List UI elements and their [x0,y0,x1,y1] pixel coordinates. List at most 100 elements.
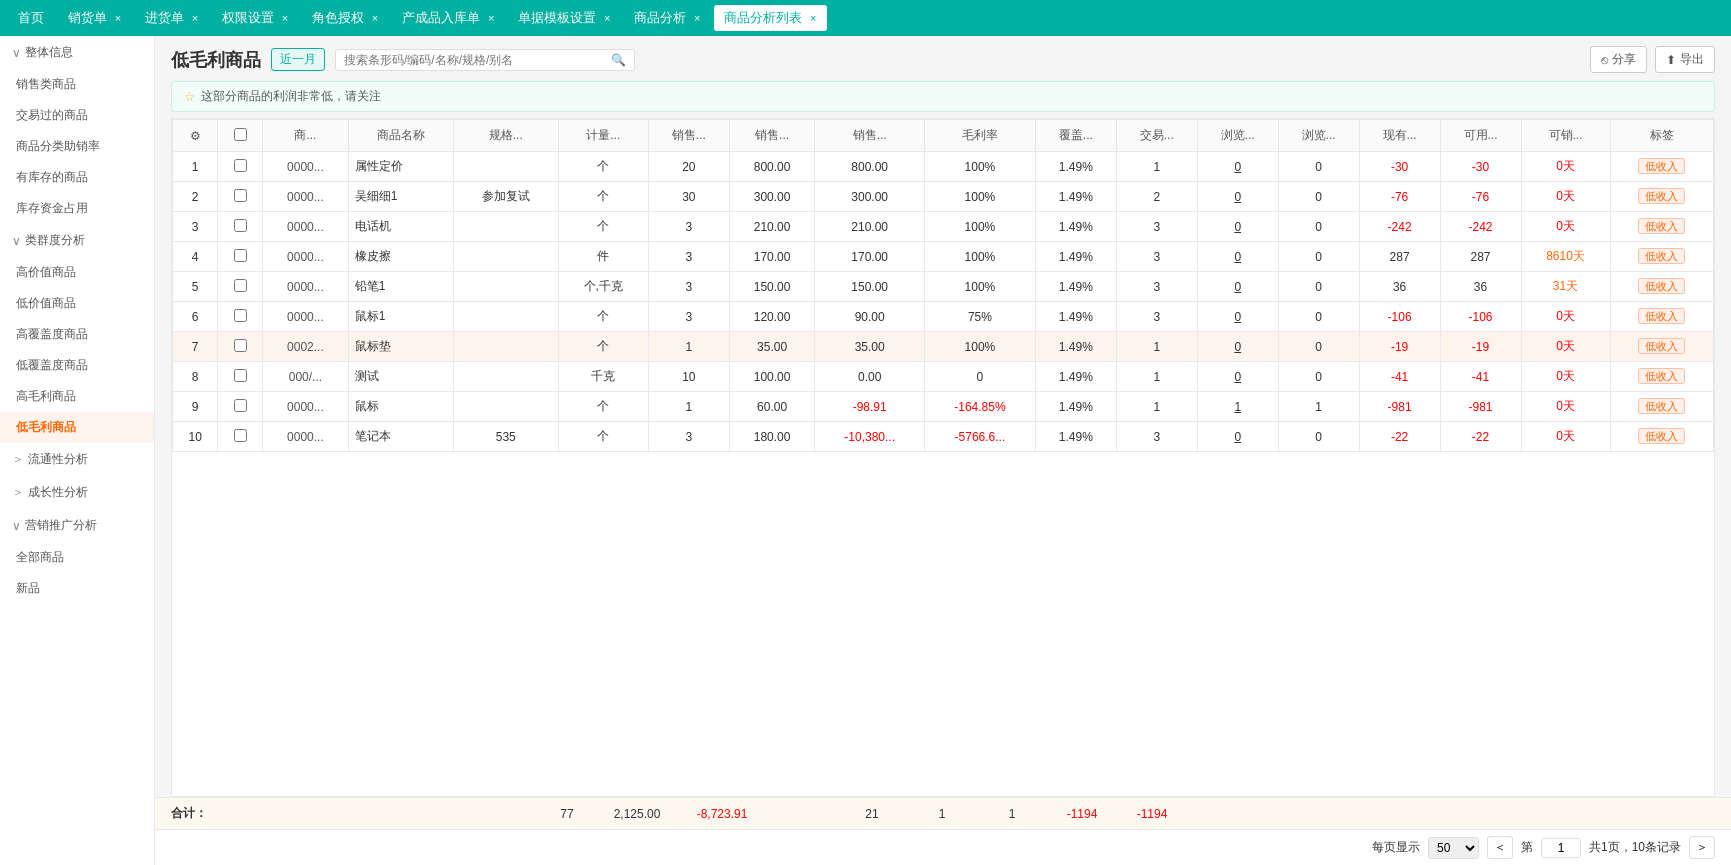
sidebar-item-sales-goods[interactable]: 销售类商品 [0,69,154,100]
col-browse2[interactable]: 浏览... [1278,120,1359,152]
row-browse1[interactable]: 1 [1197,392,1278,422]
row-code[interactable]: 0000... [263,422,349,452]
page-input[interactable] [1541,838,1581,858]
col-code[interactable]: 商... [263,120,349,152]
sidebar-item-low-coverage[interactable]: 低覆盖度商品 [0,350,154,381]
col-available[interactable]: 可用... [1440,120,1521,152]
col-settings[interactable]: ⚙ [173,120,218,152]
row-check[interactable] [218,212,263,242]
row-name[interactable]: 铅笔1 [348,272,453,302]
row-code[interactable]: 0000... [263,392,349,422]
row-check[interactable] [218,362,263,392]
export-button[interactable]: ⬆ 导出 [1655,46,1715,73]
col-price[interactable]: 销售... [729,120,815,152]
row-code[interactable]: 000/... [263,362,349,392]
row-check[interactable] [218,302,263,332]
row-checkbox[interactable] [234,309,247,322]
row-check[interactable] [218,332,263,362]
close-product-stock-icon[interactable]: × [488,12,494,24]
close-role-icon[interactable]: × [372,12,378,24]
row-browse1[interactable]: 0 [1197,302,1278,332]
nav-template[interactable]: 单据模板设置 × [508,5,620,31]
nav-goods-analysis[interactable]: 商品分析 × [624,5,710,31]
row-check[interactable] [218,242,263,272]
row-check[interactable] [218,272,263,302]
sidebar-item-new-goods[interactable]: 新品 [0,573,154,604]
row-checkbox[interactable] [234,159,247,172]
close-template-icon[interactable]: × [604,12,610,24]
col-name[interactable]: 商品名称 [348,120,453,152]
col-sales-amt[interactable]: 销售... [815,120,925,152]
col-unit[interactable]: 计量... [558,120,648,152]
col-browse1[interactable]: 浏览... [1197,120,1278,152]
next-page-btn[interactable]: ＞ [1689,836,1715,859]
settings-icon[interactable]: ⚙ [190,129,201,143]
row-checkbox[interactable] [234,279,247,292]
row-checkbox[interactable] [234,219,247,232]
section-marketing[interactable]: ∨ 营销推广分析 [0,509,154,542]
row-checkbox[interactable] [234,399,247,412]
row-name[interactable]: 吴细细1 [348,182,453,212]
close-sales-icon[interactable]: × [115,12,121,24]
row-code[interactable]: 0000... [263,272,349,302]
close-goods-list-icon[interactable]: × [810,12,816,24]
row-browse1[interactable]: 0 [1197,182,1278,212]
sidebar-item-category-rate[interactable]: 商品分类助销率 [0,131,154,162]
col-current[interactable]: 现有... [1359,120,1440,152]
col-tag[interactable]: 标签 [1610,120,1713,152]
col-spec[interactable]: 规格... [453,120,558,152]
row-checkbox[interactable] [234,189,247,202]
row-checkbox[interactable] [234,369,247,382]
row-code[interactable]: 0000... [263,182,349,212]
row-browse1[interactable]: 0 [1197,422,1278,452]
row-browse1[interactable]: 0 [1197,272,1278,302]
row-name[interactable]: 笔记本 [348,422,453,452]
row-checkbox[interactable] [234,339,247,352]
sidebar-item-in-stock[interactable]: 有库存的商品 [0,162,154,193]
nav-permission[interactable]: 权限设置 × [212,5,298,31]
row-check[interactable] [218,182,263,212]
nav-sales[interactable]: 销货单 × [58,5,131,31]
row-browse1[interactable]: 0 [1197,212,1278,242]
col-coverage[interactable]: 覆盖... [1035,120,1116,152]
close-purchase-icon[interactable]: × [192,12,198,24]
search-input[interactable] [344,53,611,67]
per-page-select[interactable]: 50 100 200 [1428,837,1479,859]
row-code[interactable]: 0000... [263,242,349,272]
sidebar-item-traded-goods[interactable]: 交易过的商品 [0,100,154,131]
row-code[interactable]: 0000... [263,212,349,242]
section-overview[interactable]: ∨ 整体信息 [0,36,154,69]
row-browse1[interactable]: 0 [1197,332,1278,362]
sidebar-item-stock-capital[interactable]: 库存资金占用 [0,193,154,224]
search-icon[interactable]: 🔍 [611,53,626,67]
sidebar-item-low-margin[interactable]: 低毛利商品 [0,412,154,443]
row-check[interactable] [218,392,263,422]
row-name[interactable]: 橡皮擦 [348,242,453,272]
row-check[interactable] [218,152,263,182]
nav-role[interactable]: 角色授权 × [302,5,388,31]
col-trade[interactable]: 交易... [1116,120,1197,152]
col-saleable[interactable]: 可销... [1521,120,1610,152]
row-check[interactable] [218,422,263,452]
col-margin[interactable]: 毛利率 [925,120,1036,152]
row-code[interactable]: 0000... [263,302,349,332]
date-filter-btn[interactable]: 近一月 [271,48,325,71]
section-growth[interactable]: ＞ 成长性分析 [0,476,154,509]
row-browse1[interactable]: 0 [1197,242,1278,272]
row-browse1[interactable]: 0 [1197,362,1278,392]
nav-purchase[interactable]: 进货单 × [135,5,208,31]
select-all-checkbox[interactable] [234,128,247,141]
row-code[interactable]: 0002... [263,332,349,362]
row-code[interactable]: 0000... [263,152,349,182]
share-button[interactable]: ⎋ 分享 [1590,46,1647,73]
nav-home[interactable]: 首页 [8,5,54,31]
row-name[interactable]: 鼠标1 [348,302,453,332]
prev-page-btn[interactable]: ＜ [1487,836,1513,859]
col-checkbox[interactable] [218,120,263,152]
col-qty[interactable]: 销售... [648,120,729,152]
row-name[interactable]: 属性定价 [348,152,453,182]
nav-goods-analysis-list[interactable]: 商品分析列表 × [714,5,826,31]
row-checkbox[interactable] [234,249,247,262]
sidebar-item-high-margin[interactable]: 高毛利商品 [0,381,154,412]
close-permission-icon[interactable]: × [282,12,288,24]
